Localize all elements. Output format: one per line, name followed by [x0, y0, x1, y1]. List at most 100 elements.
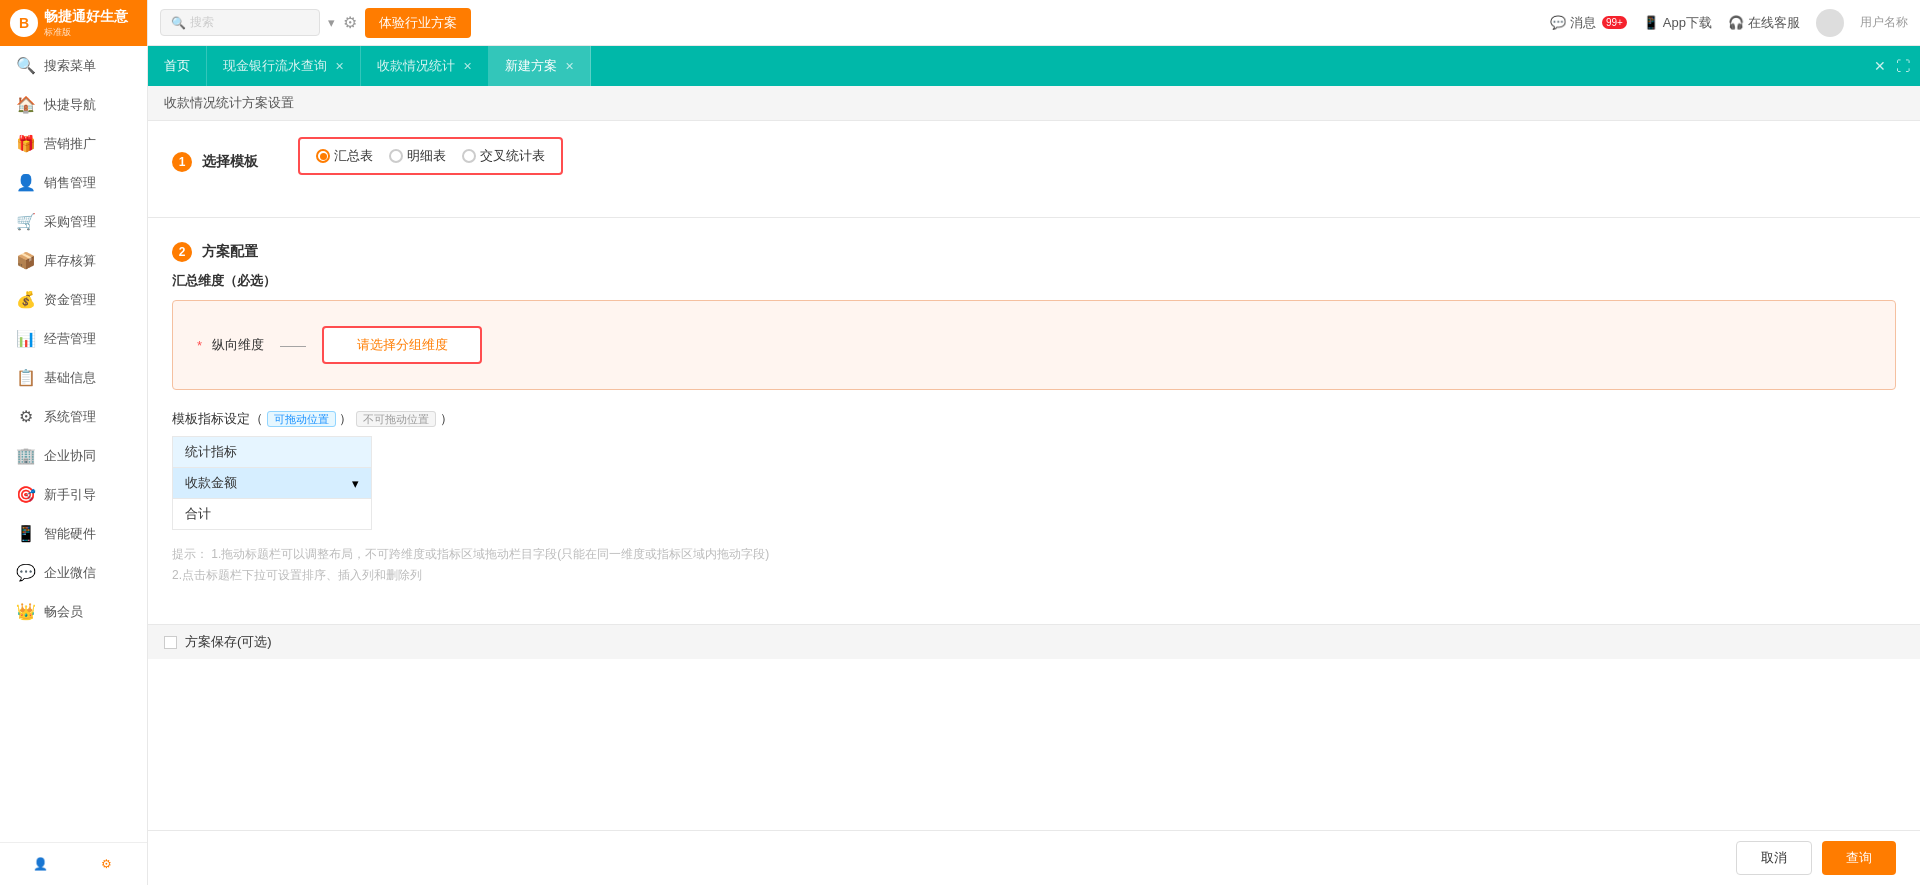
logo-sub: 标准版: [44, 26, 128, 39]
dim-placeholder-box[interactable]: 请选择分组维度: [322, 326, 482, 364]
tab-home-label: 首页: [164, 57, 190, 75]
section-step2: 2 方案配置 汇总维度（必选） * 纵向维度 —— 请选择分组: [148, 226, 1920, 624]
service-icon: 🎧: [1728, 15, 1744, 30]
service-btn[interactable]: 🎧 在线客服: [1728, 14, 1800, 32]
chevron-down-icon: ▾: [352, 476, 359, 491]
gift-icon: 🎁: [16, 134, 36, 153]
sidebar-item-finance[interactable]: 💰 资金管理: [0, 280, 147, 319]
tab-bank-flow[interactable]: 现金银行流水查询 ✕: [207, 46, 361, 86]
sidebar-item-label: 智能硬件: [44, 525, 96, 543]
logo-text: 畅捷通好生意: [44, 8, 128, 26]
device-icon: 📱: [16, 524, 36, 543]
app-download-btn[interactable]: 📱 App下载: [1643, 14, 1712, 32]
save-checkbox[interactable]: [164, 636, 177, 649]
chat-icon: 💬: [16, 563, 36, 582]
step1-label: 选择模板: [202, 153, 258, 171]
sidebar-settings-btn[interactable]: ⚙: [74, 851, 140, 877]
sidebar-item-label: 快捷导航: [44, 96, 96, 114]
sidebar-item-label: 企业协同: [44, 447, 96, 465]
tab-close-all-icon[interactable]: ✕: [1874, 58, 1886, 74]
content: 收款情况统计方案设置 1 选择模板 汇总表 明细表: [148, 86, 1920, 830]
page-title-bar: 收款情况统计方案设置: [148, 86, 1920, 121]
section-step1: 1 选择模板 汇总表 明细表 交叉统计表: [148, 121, 1920, 209]
sidebar-item-smart-hardware[interactable]: 📱 智能硬件: [0, 514, 147, 553]
required-mark: *: [197, 338, 202, 353]
dim-row: * 纵向维度 —— 请选择分组维度: [197, 326, 482, 364]
sidebar-item-search-menu[interactable]: 🔍 搜索菜单: [0, 46, 147, 85]
user-avatar: [1816, 9, 1844, 37]
building-icon: 🏢: [16, 446, 36, 465]
step1-badge: 1: [172, 152, 192, 172]
topbar-dropdown-arrow[interactable]: ▾: [328, 15, 335, 30]
home-icon: 🏠: [16, 95, 36, 114]
radio-detail-dot: [389, 149, 403, 163]
stats-table-header: 统计指标: [173, 437, 371, 468]
tabbar: 首页 现金银行流水查询 ✕ 收款情况统计 ✕ 新建方案 ✕ ✕ ⛶: [148, 46, 1920, 86]
query-button[interactable]: 查询: [1822, 841, 1896, 875]
sidebar: B 畅捷通好生意 标准版 🔍 搜索菜单 🏠 快捷导航 🎁 营销推广 👤 销售管理…: [0, 0, 148, 885]
topbar-gear-icon[interactable]: ⚙: [343, 13, 357, 32]
money-icon: 💰: [16, 290, 36, 309]
sidebar-item-system[interactable]: ⚙ 系统管理: [0, 397, 147, 436]
search-menu-icon: 🔍: [16, 56, 36, 75]
sidebar-item-guide[interactable]: 🎯 新手引导: [0, 475, 147, 514]
tab-new-plan-close[interactable]: ✕: [565, 60, 574, 73]
search-icon: 🔍: [171, 16, 186, 30]
tab-receipt-stats-label: 收款情况统计: [377, 57, 455, 75]
radio-summary[interactable]: 汇总表: [316, 147, 373, 165]
sidebar-item-label: 销售管理: [44, 174, 96, 192]
tab-receipt-stats[interactable]: 收款情况统计 ✕: [361, 46, 489, 86]
box-icon: 📦: [16, 251, 36, 270]
stats-table-area: 统计指标 收款金额 ▾ 合计: [172, 436, 372, 530]
sidebar-item-weichat[interactable]: 💬 企业微信: [0, 553, 147, 592]
not-draggable-badge: 不可拖动位置: [356, 411, 436, 427]
sales-icon: 👤: [16, 173, 36, 192]
sidebar-item-sales[interactable]: 👤 销售管理: [0, 163, 147, 202]
tab-bank-flow-label: 现金银行流水查询: [223, 57, 327, 75]
page-container: 收款情况统计方案设置 1 选择模板 汇总表 明细表: [148, 86, 1920, 830]
download-icon: 📱: [1643, 15, 1659, 30]
sidebar-item-label: 营销推广: [44, 135, 96, 153]
tabbar-right: ✕ ⛶: [1864, 46, 1920, 86]
step1-row: 1 选择模板 汇总表 明细表 交叉统计表: [172, 137, 1896, 187]
sidebar-item-label: 经营管理: [44, 330, 96, 348]
sidebar-footer: 👤 ⚙: [0, 842, 147, 885]
radio-cross-dot: [462, 149, 476, 163]
vertical-dim-label: 纵向维度: [212, 336, 264, 354]
trial-button[interactable]: 体验行业方案: [365, 8, 471, 38]
sidebar-item-inventory[interactable]: 📦 库存核算: [0, 241, 147, 280]
tab-bank-flow-close[interactable]: ✕: [335, 60, 344, 73]
save-checkbox-label: 方案保存(可选): [185, 633, 272, 651]
message-btn[interactable]: 💬 消息 99+: [1550, 14, 1627, 32]
message-badge: 99+: [1602, 16, 1627, 29]
radio-cross[interactable]: 交叉统计表: [462, 147, 545, 165]
sidebar-item-member[interactable]: 👑 畅会员: [0, 592, 147, 631]
cancel-button[interactable]: 取消: [1736, 841, 1812, 875]
sidebar-item-management[interactable]: 📊 经营管理: [0, 319, 147, 358]
metrics-section: 模板指标设定（ 可拖动位置 ） 不可拖动位置 ） 统计指标 收款金额: [172, 410, 1896, 530]
service-label: 在线客服: [1748, 14, 1800, 32]
tab-expand-icon[interactable]: ⛶: [1896, 58, 1910, 74]
cart-icon: 🛒: [16, 212, 36, 231]
sidebar-item-enterprise-collab[interactable]: 🏢 企业协同: [0, 436, 147, 475]
tab-new-plan[interactable]: 新建方案 ✕: [489, 46, 591, 86]
sidebar-logo: B 畅捷通好生意 标准版: [0, 0, 147, 46]
sidebar-item-label: 企业微信: [44, 564, 96, 582]
logo-icon: B: [10, 9, 38, 37]
sidebar-item-marketing[interactable]: 🎁 营销推广: [0, 124, 147, 163]
radio-detail[interactable]: 明细表: [389, 147, 446, 165]
sidebar-user-btn[interactable]: 👤: [8, 851, 74, 877]
sidebar-item-label: 资金管理: [44, 291, 96, 309]
tab-receipt-stats-close[interactable]: ✕: [463, 60, 472, 73]
footer-actions: 取消 查询: [148, 830, 1920, 885]
tab-home[interactable]: 首页: [148, 46, 207, 86]
sidebar-item-purchase[interactable]: 🛒 采购管理: [0, 202, 147, 241]
sidebar-item-quick-nav[interactable]: 🏠 快捷导航: [0, 85, 147, 124]
sidebar-nav: 🔍 搜索菜单 🏠 快捷导航 🎁 营销推广 👤 销售管理 🛒 采购管理 📦 库存核…: [0, 46, 147, 842]
page-title: 收款情况统计方案设置: [164, 95, 294, 110]
chart-icon: 📊: [16, 329, 36, 348]
sidebar-item-basic-info[interactable]: 📋 基础信息: [0, 358, 147, 397]
search-placeholder: 搜索: [190, 14, 214, 31]
crown-icon: 👑: [16, 602, 36, 621]
stats-header-cell[interactable]: 收款金额 ▾: [173, 468, 371, 499]
